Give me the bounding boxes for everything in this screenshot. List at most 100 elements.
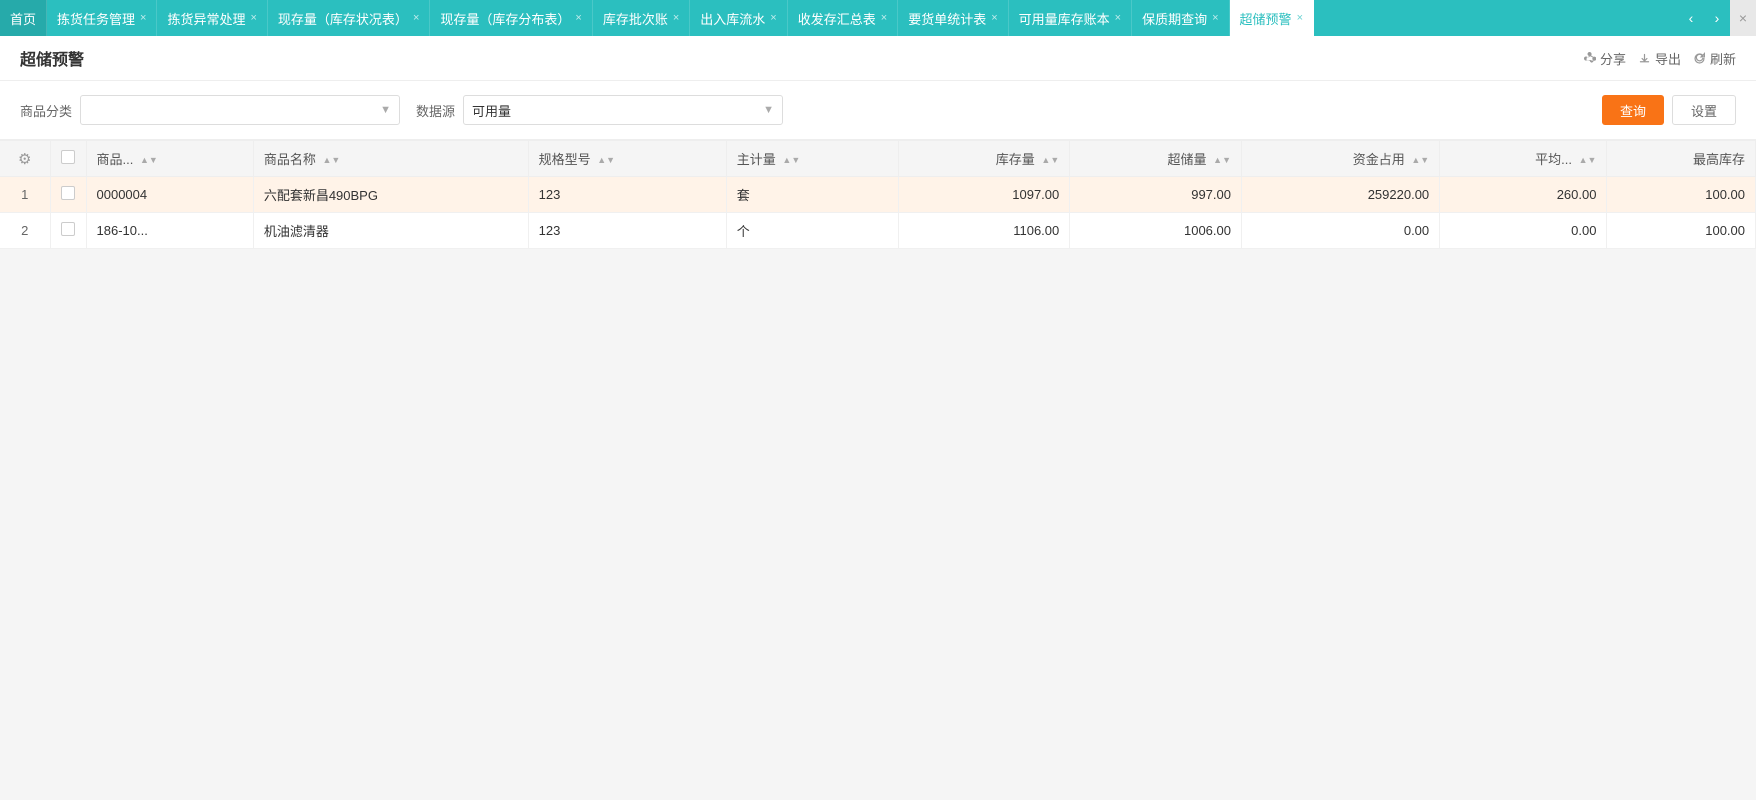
top-navigation: 首页 拣货任务管理 × 拣货异常处理 × 现存量（库存状况表） × 现存量（库存… [0, 0, 1756, 36]
tab-item-3[interactable]: 现存量（库存状况表） × [268, 0, 430, 36]
nav-next-button[interactable]: › [1704, 0, 1730, 36]
tab-label-2: 拣货异常处理 [167, 9, 245, 28]
datasource-select-text: 可用量 [472, 101, 511, 120]
tab-item-2[interactable]: 拣货异常处理 × [157, 0, 267, 36]
cell-stock-1: 1106.00 [898, 213, 1070, 249]
topbar-right-controls: ‹ › × [1678, 0, 1756, 36]
tab-close-6[interactable]: × [770, 12, 776, 24]
tab-item-8[interactable]: 要货单统计表 × [898, 0, 1008, 36]
category-select[interactable]: ▼ [80, 95, 400, 125]
tab-label-10: 保质期查询 [1142, 9, 1207, 28]
cell-avg-0: 260.00 [1440, 177, 1607, 213]
col-header-stock[interactable]: 库存量 ▲▼ [898, 141, 1070, 177]
row-checkbox-0[interactable] [61, 186, 75, 200]
tab-close-8[interactable]: × [991, 12, 997, 24]
export-icon [1638, 52, 1651, 65]
refresh-button[interactable]: 刷新 [1693, 49, 1736, 68]
tab-close-10[interactable]: × [1212, 12, 1218, 24]
tab-close-7[interactable]: × [881, 12, 887, 24]
sort-icon-capital: ▲▼ [1411, 156, 1429, 165]
data-table: ⚙ 商品... ▲▼ 商品名称 ▲▼ 规格型号 ▲▼ 主计 [0, 140, 1756, 249]
nav-close-button[interactable]: × [1730, 0, 1756, 36]
col-header-goods-code[interactable]: 商品... ▲▼ [86, 141, 253, 177]
sort-icon-stock: ▲▼ [1041, 156, 1059, 165]
col-header-avg[interactable]: 平均... ▲▼ [1440, 141, 1607, 177]
cell-check-1[interactable] [50, 213, 86, 249]
category-dropdown-icon: ▼ [380, 104, 391, 116]
tab-close-1[interactable]: × [140, 12, 146, 24]
tab-label-1: 拣货任务管理 [57, 9, 135, 28]
share-button[interactable]: 分享 [1583, 49, 1626, 68]
tab-item-6[interactable]: 出入库流水 × [690, 0, 787, 36]
sort-icon-goods-code: ▲▼ [140, 156, 158, 165]
query-button[interactable]: 查询 [1602, 95, 1664, 125]
cell-unit-1: 个 [726, 213, 898, 249]
refresh-icon [1693, 52, 1706, 65]
tab-label-11: 超储预警 [1240, 9, 1292, 28]
tab-item-9[interactable]: 可用量库存账本 × [1009, 0, 1132, 36]
col-header-unit[interactable]: 主计量 ▲▼ [726, 141, 898, 177]
tab-close-9[interactable]: × [1115, 12, 1121, 24]
col-header-settings: ⚙ [0, 141, 50, 177]
row-checkbox-1[interactable] [61, 222, 75, 236]
tab-close-5[interactable]: × [673, 12, 679, 24]
tab-close-4[interactable]: × [575, 12, 581, 24]
tab-label-4: 现存量（库存分布表） [440, 9, 570, 28]
datasource-select[interactable]: 可用量 ▼ [463, 95, 783, 125]
tab-close-3[interactable]: × [413, 12, 419, 24]
table-body: 1 0000004 六配套新昌490BPG 123 套 1097.00 997.… [0, 177, 1756, 249]
tab-item-11[interactable]: 超储预警 × [1230, 0, 1314, 36]
cell-unit-0: 套 [726, 177, 898, 213]
tab-close-2[interactable]: × [250, 12, 256, 24]
settings-button[interactable]: 设置 [1672, 95, 1736, 125]
table-header-row: ⚙ 商品... ▲▼ 商品名称 ▲▼ 规格型号 ▲▼ 主计 [0, 141, 1756, 177]
col-header-goods-name[interactable]: 商品名称 ▲▼ [253, 141, 528, 177]
tab-close-11[interactable]: × [1297, 12, 1303, 24]
col-header-maxstock[interactable]: 最高库存 [1607, 141, 1756, 177]
cell-capital-1: 0.00 [1241, 213, 1439, 249]
category-label: 商品分类 [20, 101, 72, 120]
cell-check-0[interactable] [50, 177, 86, 213]
col-header-spec[interactable]: 规格型号 ▲▼ [528, 141, 726, 177]
cell-goods-name-0: 六配套新昌490BPG [253, 177, 528, 213]
tab-item-1[interactable]: 拣货任务管理 × [47, 0, 157, 36]
tab-item-4[interactable]: 现存量（库存分布表） × [430, 0, 592, 36]
tab-label-7: 收发存汇总表 [798, 9, 876, 28]
tab-item-7[interactable]: 收发存汇总表 × [788, 0, 898, 36]
tab-item-10[interactable]: 保质期查询 × [1132, 0, 1229, 36]
cell-goods-name-1: 机油滤清器 [253, 213, 528, 249]
cell-goods-code-0: 0000004 [86, 177, 253, 213]
col-label-stock: 库存量 [996, 152, 1035, 167]
export-button[interactable]: 导出 [1638, 49, 1681, 68]
refresh-label: 刷新 [1710, 49, 1736, 68]
col-header-check [50, 141, 86, 177]
select-all-checkbox[interactable] [61, 150, 75, 164]
datasource-label: 数据源 [416, 101, 455, 120]
filter-actions: 查询 设置 [1602, 95, 1736, 125]
tab-item-5[interactable]: 库存批次账 × [593, 0, 690, 36]
cell-spec-1: 123 [528, 213, 726, 249]
cell-capital-0: 259220.00 [1241, 177, 1439, 213]
tab-label-3: 现存量（库存状况表） [278, 9, 408, 28]
col-label-goods-code: 商品... [97, 152, 134, 167]
cell-goods-code-1: 186-10... [86, 213, 253, 249]
home-tab[interactable]: 首页 [0, 0, 47, 36]
datasource-dropdown-icon: ▼ [763, 104, 774, 116]
page-actions: 分享 导出 刷新 [1583, 49, 1736, 68]
column-settings-icon[interactable]: ⚙ [18, 151, 31, 168]
tab-label-8: 要货单统计表 [908, 9, 986, 28]
col-label-overstock: 超储量 [1168, 152, 1207, 167]
col-label-goods-name: 商品名称 [264, 152, 316, 167]
cell-stock-0: 1097.00 [898, 177, 1070, 213]
col-header-overstock[interactable]: 超储量 ▲▼ [1070, 141, 1242, 177]
sort-icon-goods-name: ▲▼ [322, 156, 340, 165]
tab-label-9: 可用量库存账本 [1019, 9, 1110, 28]
table-row: 2 186-10... 机油滤清器 123 个 1106.00 1006.00 … [0, 213, 1756, 249]
col-header-capital[interactable]: 资金占用 ▲▼ [1241, 141, 1439, 177]
cell-overstock-0: 997.00 [1070, 177, 1242, 213]
datasource-filter: 数据源 可用量 ▼ [416, 95, 783, 125]
col-label-avg: 平均... [1535, 152, 1572, 167]
nav-prev-button[interactable]: ‹ [1678, 0, 1704, 36]
page-title: 超储预警 [20, 46, 84, 70]
tab-label-5: 库存批次账 [603, 9, 668, 28]
